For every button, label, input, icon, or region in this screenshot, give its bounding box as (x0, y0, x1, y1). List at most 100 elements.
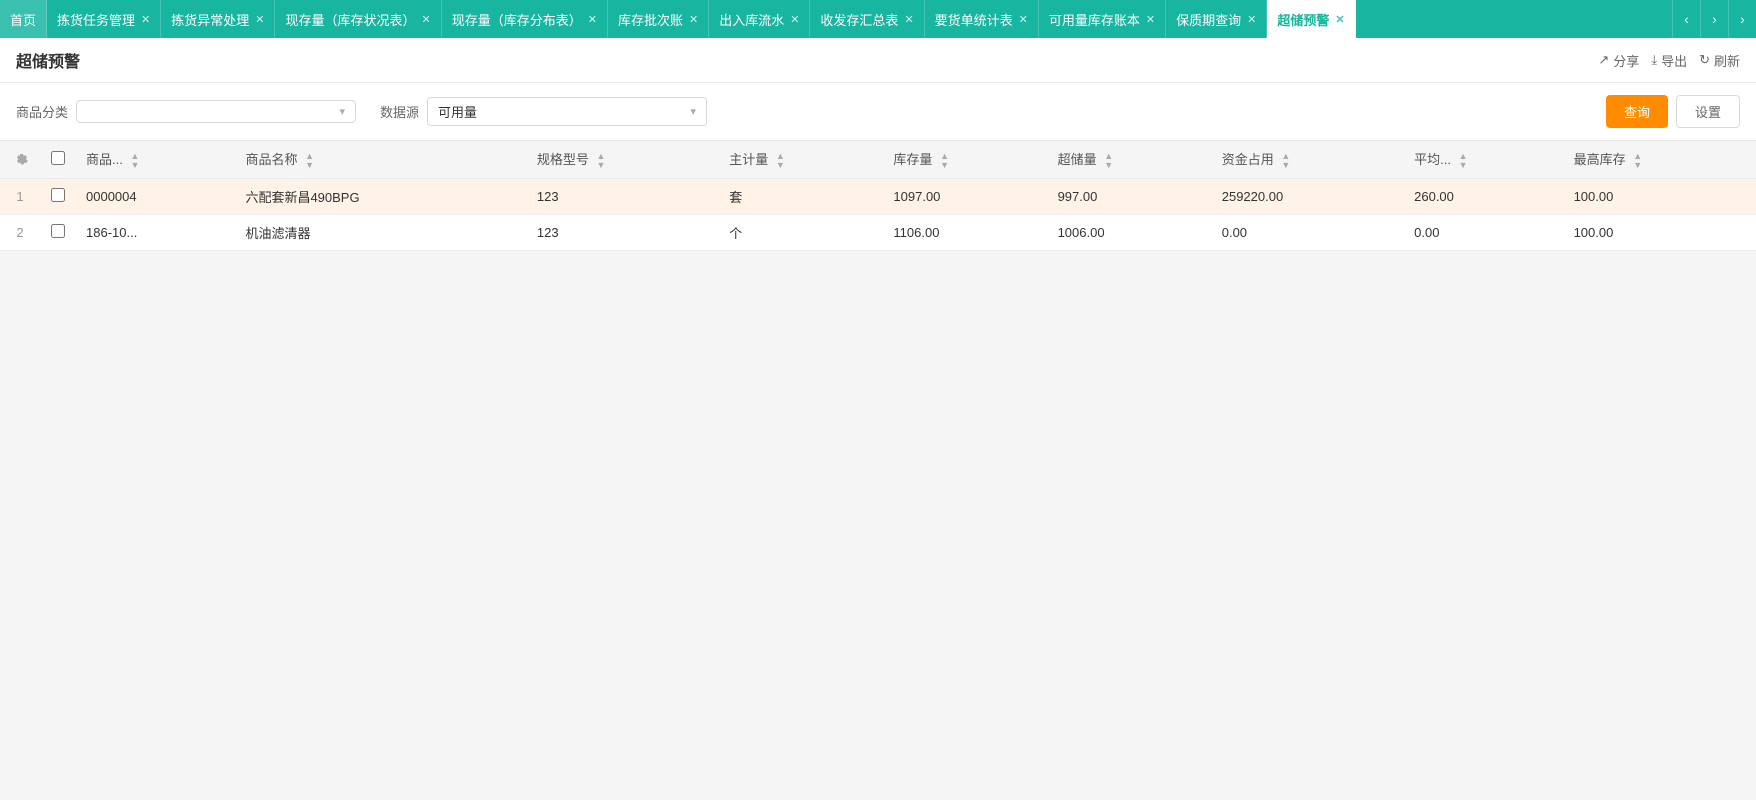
close-icon[interactable]: ✕ (790, 13, 799, 26)
chevron-down-icon: ▾ (339, 105, 345, 118)
col-code-header[interactable]: 商品... ▲▼ (76, 141, 235, 178)
row-name: 六配套新昌490BPG (235, 178, 526, 214)
nav-item-8[interactable]: 要货单统计表 ✕ (925, 0, 1039, 38)
sort-icon: ▲▼ (130, 152, 139, 170)
row-checkbox-cell[interactable] (40, 178, 76, 214)
table-row: 2 186-10... 机油滤清器 123 个 1106.00 1006.00 … (0, 214, 1756, 250)
sort-icon: ▲▼ (940, 152, 949, 170)
settings-button[interactable]: 设置 (1676, 95, 1740, 128)
row-checkbox-cell[interactable] (40, 214, 76, 250)
nav-item-label: 收发存汇总表 (820, 10, 898, 29)
row-over: 1006.00 (1048, 214, 1212, 250)
table-row: 1 0000004 六配套新昌490BPG 123 套 1097.00 997.… (0, 178, 1756, 214)
row-checkbox[interactable] (51, 188, 65, 202)
close-icon[interactable]: ✕ (1146, 13, 1155, 26)
row-unit: 套 (719, 178, 883, 214)
category-filter-group: 商品分类 ▾ (16, 100, 356, 123)
datasource-filter-label: 数据源 (380, 102, 419, 121)
category-filter-label: 商品分类 (16, 102, 68, 121)
col-avg-header[interactable]: 平均... ▲▼ (1404, 141, 1563, 178)
chevron-down-icon: ▾ (691, 105, 697, 118)
col-capital-header[interactable]: 资金占用 ▲▼ (1212, 141, 1404, 178)
nav-prev-button[interactable]: ‹ (1672, 0, 1700, 38)
nav-item-10[interactable]: 保质期查询 ✕ (1166, 0, 1267, 38)
page-header: 超储预警 ↗ 分享 ⤓ 导出 ↻ 刷新 (0, 38, 1756, 83)
row-stock: 1106.00 (883, 214, 1047, 250)
sort-icon: ▲▼ (1281, 152, 1290, 170)
share-icon: ↗ (1598, 52, 1609, 68)
col-spec-header[interactable]: 规格型号 ▲▼ (527, 141, 719, 178)
nav-item-label: 保质期查询 (1176, 10, 1241, 29)
share-button[interactable]: ↗ 分享 (1598, 51, 1639, 70)
gear-settings-header[interactable] (0, 141, 40, 178)
row-code: 186-10... (76, 214, 235, 250)
row-avg: 260.00 (1404, 178, 1563, 214)
nav-item-home[interactable]: 首页 (0, 0, 47, 38)
col-over-header[interactable]: 超储量 ▲▼ (1048, 141, 1212, 178)
col-spec-label: 规格型号 (537, 152, 589, 167)
refresh-icon: ↻ (1699, 52, 1710, 68)
select-all-checkbox[interactable] (51, 151, 65, 165)
close-icon[interactable]: ✕ (904, 13, 913, 26)
row-max: 100.00 (1564, 214, 1756, 250)
nav-item-label: 超储预警 (1277, 10, 1329, 29)
datasource-select[interactable]: 可用量 ▾ (427, 97, 707, 126)
nav-next-button[interactable]: › (1700, 0, 1728, 38)
refresh-button[interactable]: ↻ 刷新 (1699, 51, 1740, 70)
nav-item-5[interactable]: 库存批次账 ✕ (608, 0, 709, 38)
nav-item-label: 库存批次账 (618, 10, 683, 29)
nav-item-label: 拣货任务管理 (57, 10, 135, 29)
row-capital: 0.00 (1212, 214, 1404, 250)
row-number: 1 (0, 178, 40, 214)
filter-area: 商品分类 ▾ 数据源 可用量 ▾ 查询 设置 (0, 83, 1756, 141)
export-label: 导出 (1661, 51, 1687, 70)
nav-item-11[interactable]: 超储预警 ✕ (1267, 0, 1355, 38)
close-icon[interactable]: ✕ (689, 13, 698, 26)
nav-item-6[interactable]: 出入库流水 ✕ (709, 0, 810, 38)
close-icon[interactable]: ✕ (141, 13, 150, 26)
nav-item-2[interactable]: 拣货异常处理 ✕ (161, 0, 275, 38)
export-icon: ⤓ (1651, 52, 1657, 68)
nav-item-3[interactable]: 现存量（库存状况表） ✕ (275, 0, 441, 38)
row-code: 0000004 (76, 178, 235, 214)
close-icon[interactable]: ✕ (255, 13, 264, 26)
sort-icon: ▲▼ (776, 152, 785, 170)
col-over-label: 超储量 (1058, 152, 1097, 167)
col-name-header[interactable]: 商品名称 ▲▼ (235, 141, 526, 178)
query-button[interactable]: 查询 (1606, 95, 1668, 128)
close-icon[interactable]: ✕ (422, 13, 431, 26)
row-checkbox[interactable] (51, 224, 65, 238)
filter-actions: 查询 设置 (1606, 95, 1740, 128)
col-max-label: 最高库存 (1574, 152, 1626, 167)
nav-item-label: 拣货异常处理 (171, 10, 249, 29)
export-button[interactable]: ⤓ 导出 (1651, 51, 1687, 70)
nav-item-label: 出入库流水 (719, 10, 784, 29)
nav-menu-button[interactable]: › (1728, 0, 1756, 38)
close-icon[interactable]: ✕ (1019, 13, 1028, 26)
close-icon[interactable]: ✕ (1335, 13, 1344, 26)
category-select[interactable]: ▾ (76, 100, 356, 123)
nav-item-4[interactable]: 现存量（库存分布表） ✕ (442, 0, 608, 38)
table-header-row: 商品... ▲▼ 商品名称 ▲▼ 规格型号 ▲▼ 主计量 ▲▼ 库存量 ▲▼ (0, 141, 1756, 178)
nav-item-9[interactable]: 可用量库存账本 ✕ (1039, 0, 1166, 38)
nav-item-label: 首页 (10, 10, 36, 29)
select-all-header[interactable] (40, 141, 76, 178)
nav-item-1[interactable]: 拣货任务管理 ✕ (47, 0, 161, 38)
share-label: 分享 (1613, 51, 1639, 70)
nav-item-label: 可用量库存账本 (1049, 10, 1140, 29)
nav-item-7[interactable]: 收发存汇总表 ✕ (810, 0, 924, 38)
close-icon[interactable]: ✕ (1247, 13, 1256, 26)
sort-icon: ▲▼ (1459, 152, 1468, 170)
row-number: 2 (0, 214, 40, 250)
row-avg: 0.00 (1404, 214, 1563, 250)
page-title: 超储预警 (16, 48, 80, 72)
sort-icon: ▲▼ (597, 152, 606, 170)
datasource-filter-group: 数据源 可用量 ▾ (380, 97, 707, 126)
col-code-label: 商品... (86, 152, 123, 167)
data-table: 商品... ▲▼ 商品名称 ▲▼ 规格型号 ▲▼ 主计量 ▲▼ 库存量 ▲▼ (0, 141, 1756, 251)
col-stock-header[interactable]: 库存量 ▲▼ (883, 141, 1047, 178)
col-unit-header[interactable]: 主计量 ▲▼ (719, 141, 883, 178)
col-max-header[interactable]: 最高库存 ▲▼ (1564, 141, 1756, 178)
row-stock: 1097.00 (883, 178, 1047, 214)
close-icon[interactable]: ✕ (588, 13, 597, 26)
